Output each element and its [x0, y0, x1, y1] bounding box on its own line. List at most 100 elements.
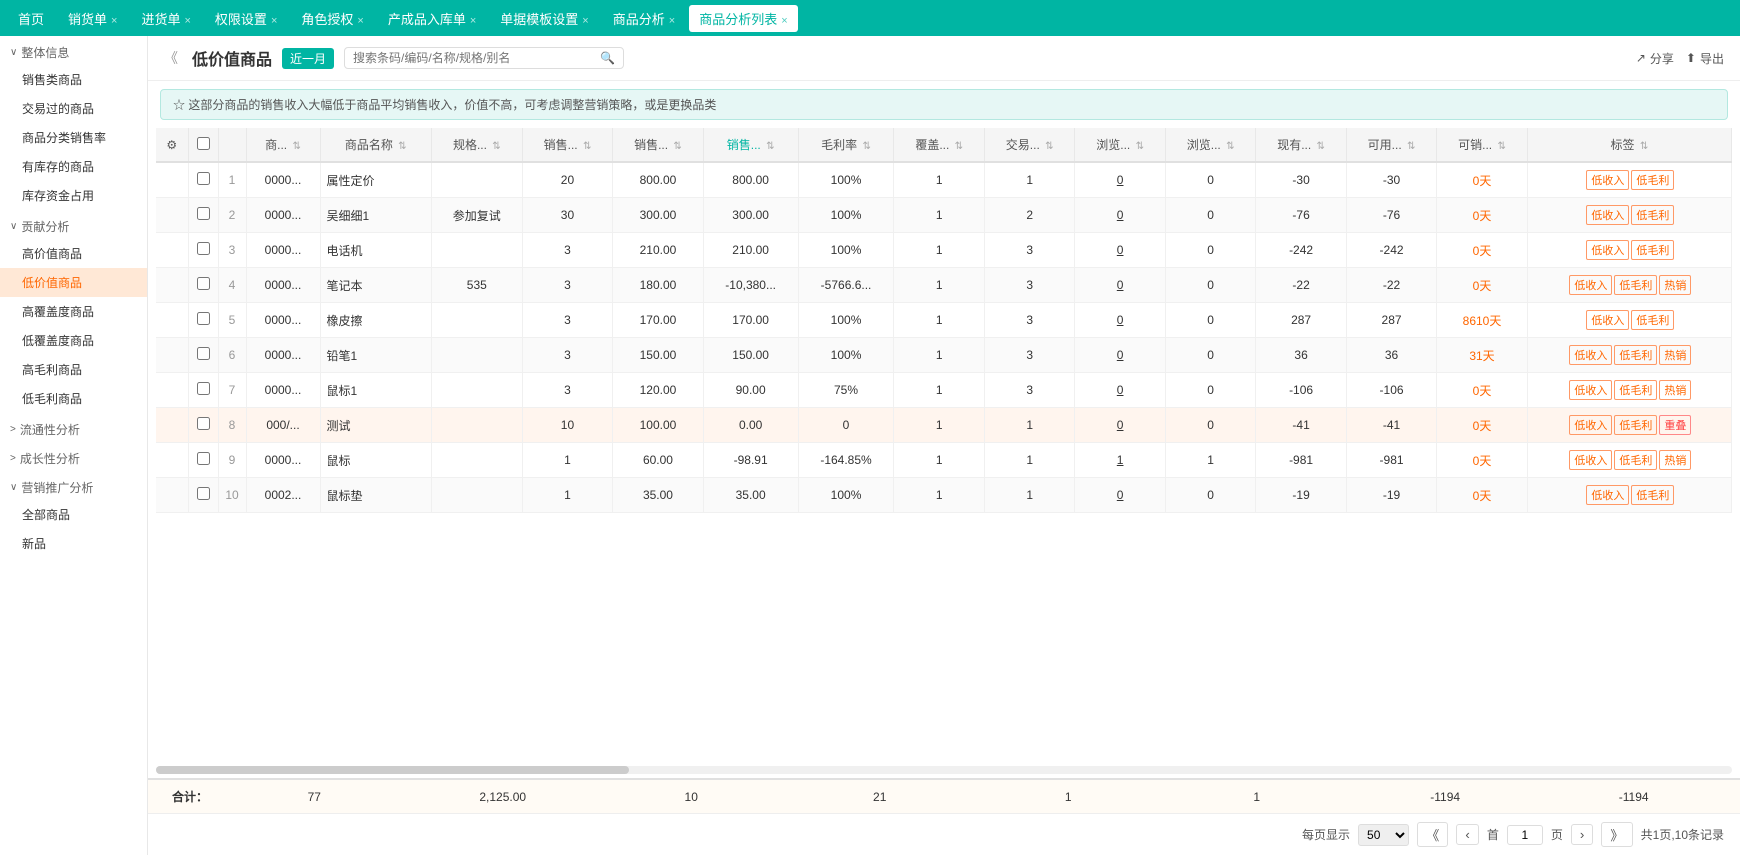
row-settings[interactable]	[156, 303, 188, 338]
spec-col-header[interactable]: 规格... ⇅	[431, 128, 522, 162]
sidebar-group-贡献分析[interactable]: ∨ 贡献分析	[0, 210, 147, 239]
sale-amount-col-header[interactable]: 销售... ⇅	[703, 128, 798, 162]
sidebar-item-有库存的商品[interactable]: 有库存的商品	[0, 152, 147, 181]
row-select-checkbox[interactable]	[197, 277, 210, 290]
row-browse1[interactable]: 0	[1075, 268, 1165, 303]
sidebar-item-低毛利商品[interactable]: 低毛利商品	[0, 384, 147, 413]
row-select-checkbox[interactable]	[197, 487, 210, 500]
row-settings[interactable]	[156, 443, 188, 478]
sale-price-col-header[interactable]: 销售... ⇅	[613, 128, 703, 162]
nav-item-销货单[interactable]: 销货单×	[58, 5, 127, 32]
nav-close-icon[interactable]: ×	[470, 15, 476, 27]
coverage-col-header[interactable]: 覆盖... ⇅	[894, 128, 984, 162]
row-checkbox[interactable]	[188, 162, 218, 198]
row-settings[interactable]	[156, 408, 188, 443]
filter-tag[interactable]: 近一月	[282, 48, 334, 69]
row-browse1[interactable]: 0	[1075, 373, 1165, 408]
code-col-header[interactable]: 商... ⇅	[246, 128, 320, 162]
share-button[interactable]: ↗ 分享	[1636, 50, 1674, 67]
checkbox-col-header[interactable]	[188, 128, 218, 162]
sidebar-item-低覆盖度商品[interactable]: 低覆盖度商品	[0, 326, 147, 355]
saleable-col-header[interactable]: 可销... ⇅	[1437, 128, 1527, 162]
nav-close-icon[interactable]: ×	[669, 15, 675, 27]
row-settings[interactable]	[156, 478, 188, 513]
row-settings[interactable]	[156, 162, 188, 198]
row-checkbox[interactable]	[188, 408, 218, 443]
gross-margin-col-header[interactable]: 毛利率 ⇅	[798, 128, 894, 162]
row-select-checkbox[interactable]	[197, 242, 210, 255]
last-page-button[interactable]: 》	[1601, 822, 1632, 847]
row-select-checkbox[interactable]	[197, 207, 210, 220]
nav-close-icon[interactable]: ×	[781, 15, 787, 27]
row-browse1[interactable]: 0	[1075, 338, 1165, 373]
row-checkbox[interactable]	[188, 443, 218, 478]
browse2-col-header[interactable]: 浏览... ⇅	[1165, 128, 1255, 162]
tags-col-header[interactable]: 标签 ⇅	[1527, 128, 1731, 162]
first-page-button[interactable]: 《	[1417, 822, 1448, 847]
prev-page-button[interactable]: ‹	[1456, 824, 1478, 845]
settings-col-header[interactable]: ⚙	[156, 128, 188, 162]
row-checkbox[interactable]	[188, 338, 218, 373]
available-col-header[interactable]: 可用... ⇅	[1346, 128, 1436, 162]
sidebar-item-全部商品[interactable]: 全部商品	[0, 500, 147, 529]
row-select-checkbox[interactable]	[197, 172, 210, 185]
sidebar-item-交易过的商品[interactable]: 交易过的商品	[0, 94, 147, 123]
nav-close-icon[interactable]: ×	[184, 15, 190, 27]
page-size-select[interactable]: 50 100 200	[1358, 824, 1409, 846]
sidebar-group-整体信息[interactable]: ∨ 整体信息	[0, 36, 147, 65]
row-browse1[interactable]: 0	[1075, 478, 1165, 513]
row-browse1[interactable]: 0	[1075, 303, 1165, 338]
nav-item-权限设置[interactable]: 权限设置×	[205, 5, 287, 32]
sidebar-item-新品[interactable]: 新品	[0, 529, 147, 558]
export-button[interactable]: ⬆ 导出	[1686, 50, 1724, 67]
sidebar-group-流通性分析[interactable]: > 流通性分析	[0, 413, 147, 442]
sidebar-item-高价值商品[interactable]: 高价值商品	[0, 239, 147, 268]
sidebar-item-低价值商品[interactable]: 低价值商品	[0, 268, 147, 297]
sidebar-item-销售类商品[interactable]: 销售类商品	[0, 65, 147, 94]
sale-qty-col-header[interactable]: 销售... ⇅	[522, 128, 612, 162]
search-input[interactable]	[353, 51, 594, 65]
page-number-input[interactable]	[1507, 825, 1543, 845]
row-select-checkbox[interactable]	[197, 452, 210, 465]
nav-item-进货单[interactable]: 进货单×	[131, 5, 200, 32]
nav-item-商品分析[interactable]: 商品分析×	[603, 5, 685, 32]
current-stock-col-header[interactable]: 现有... ⇅	[1256, 128, 1346, 162]
table-wrapper[interactable]: ⚙ 商... ⇅ 商品名称 ⇅ 规格... ⇅ 销售... ⇅ 销售... ⇅ …	[148, 128, 1740, 766]
scroll-thumb[interactable]	[156, 766, 629, 774]
row-select-checkbox[interactable]	[197, 382, 210, 395]
browse1-col-header[interactable]: 浏览... ⇅	[1075, 128, 1165, 162]
row-select-checkbox[interactable]	[197, 347, 210, 360]
row-checkbox[interactable]	[188, 233, 218, 268]
collapse-button[interactable]: 《	[164, 48, 178, 68]
row-checkbox[interactable]	[188, 198, 218, 233]
row-browse1[interactable]: 1	[1075, 443, 1165, 478]
sidebar-item-库存资金占用[interactable]: 库存资金占用	[0, 181, 147, 210]
row-settings[interactable]	[156, 268, 188, 303]
nav-item-商品分析列表[interactable]: 商品分析列表×	[689, 5, 797, 32]
row-checkbox[interactable]	[188, 478, 218, 513]
row-checkbox[interactable]	[188, 303, 218, 338]
transaction-col-header[interactable]: 交易... ⇅	[984, 128, 1074, 162]
row-settings[interactable]	[156, 338, 188, 373]
nav-item-首页[interactable]: 首页	[8, 5, 54, 32]
row-checkbox[interactable]	[188, 373, 218, 408]
row-settings[interactable]	[156, 198, 188, 233]
row-checkbox[interactable]	[188, 268, 218, 303]
nav-close-icon[interactable]: ×	[271, 15, 277, 27]
name-col-header[interactable]: 商品名称 ⇅	[320, 128, 431, 162]
nav-close-icon[interactable]: ×	[111, 15, 117, 27]
nav-close-icon[interactable]: ×	[357, 15, 363, 27]
row-browse1[interactable]: 0	[1075, 408, 1165, 443]
nav-item-单据模板设置[interactable]: 单据模板设置×	[490, 5, 598, 32]
row-settings[interactable]	[156, 373, 188, 408]
row-browse1[interactable]: 0	[1075, 198, 1165, 233]
sidebar-group-营销推广分析[interactable]: ∨ 营销推广分析	[0, 471, 147, 500]
next-page-button[interactable]: ›	[1571, 824, 1593, 845]
row-browse1[interactable]: 0	[1075, 162, 1165, 198]
search-icon[interactable]: 🔍	[600, 51, 615, 65]
sidebar-item-高覆盖度商品[interactable]: 高覆盖度商品	[0, 297, 147, 326]
sidebar-item-商品分类销售率[interactable]: 商品分类销售率	[0, 123, 147, 152]
nav-close-icon[interactable]: ×	[582, 15, 588, 27]
row-select-checkbox[interactable]	[197, 312, 210, 325]
sidebar-item-高毛利商品[interactable]: 高毛利商品	[0, 355, 147, 384]
